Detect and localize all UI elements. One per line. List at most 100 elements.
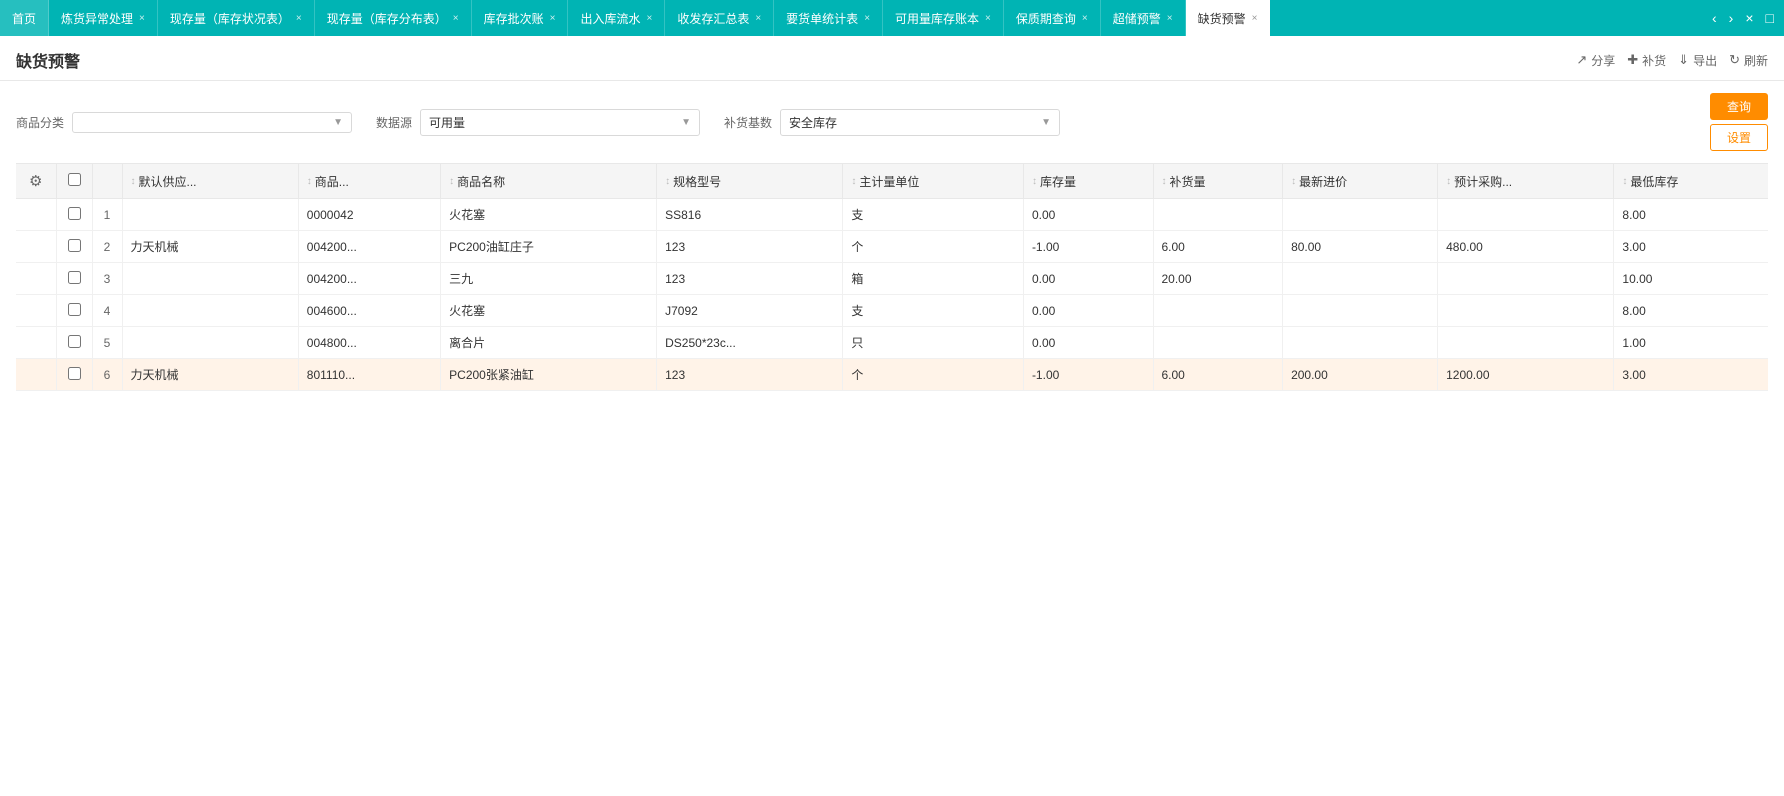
refresh-button[interactable]: ↻ 刷新 xyxy=(1729,52,1768,69)
sort-icon[interactable]: ↕ xyxy=(449,176,454,187)
table-row[interactable]: 3 004200... 三九 123 箱 0.00 20.00 10.00 xyxy=(16,263,1768,295)
tab-close-icon[interactable]: × xyxy=(646,13,652,24)
tab-collect-store[interactable]: 收发存汇总表 × xyxy=(665,0,774,36)
settings-gear-icon[interactable]: ⚙ xyxy=(29,173,42,190)
nav-close-icon[interactable]: × xyxy=(1739,10,1759,26)
nav-controls: ‹ › × □ xyxy=(1702,10,1784,26)
th-min-stock-label: 最低库存 xyxy=(1630,173,1678,190)
category-filter: 商品分类 ▼ xyxy=(16,112,352,133)
tab-batch-account[interactable]: 库存批次账 × xyxy=(472,0,569,36)
tab-close-icon[interactable]: × xyxy=(985,13,991,24)
select-all-checkbox[interactable] xyxy=(68,173,81,186)
sort-icon[interactable]: ↕ xyxy=(851,176,856,187)
sort-icon[interactable]: ↕ xyxy=(1622,176,1627,187)
row-checkbox[interactable] xyxy=(68,367,81,380)
replenish-base-select[interactable]: 安全库存 ▼ xyxy=(780,109,1060,136)
settings-button[interactable]: 设置 xyxy=(1710,124,1768,151)
th-supplier-label: 默认供应... xyxy=(139,173,197,190)
nav-prev-icon[interactable]: ‹ xyxy=(1706,10,1723,26)
share-button[interactable]: ↗ 分享 xyxy=(1576,52,1615,69)
tab-shelf-life[interactable]: 保质期查询 × xyxy=(1004,0,1101,36)
td-product-code: 004200... xyxy=(298,231,440,263)
td-num: 4 xyxy=(92,295,122,327)
td-num: 1 xyxy=(92,199,122,231)
sort-icon[interactable]: ↕ xyxy=(1162,176,1167,187)
replenish-button[interactable]: ✚ 补货 xyxy=(1627,52,1666,69)
tab-available-ledger[interactable]: 可用量库存账本 × xyxy=(883,0,1004,36)
filter-bar: 商品分类 ▼ 数据源 可用量 ▼ 补货基数 安全库存 ▼ 查询 设置 xyxy=(0,81,1784,163)
tab-close-icon[interactable]: × xyxy=(1252,13,1258,24)
td-unit: 箱 xyxy=(843,263,1024,295)
tab-close-icon[interactable]: × xyxy=(1082,13,1088,24)
table-body: 1 0000042 火花塞 SS816 支 0.00 8.00 2 力天机械 0… xyxy=(16,199,1768,391)
tab-close-icon[interactable]: × xyxy=(864,13,870,24)
th-latest-price-label: 最新进价 xyxy=(1299,173,1347,190)
sort-icon[interactable]: ↕ xyxy=(1032,176,1037,187)
row-checkbox[interactable] xyxy=(68,207,81,220)
query-button[interactable]: 查询 xyxy=(1710,93,1768,120)
tab-inout-flow[interactable]: 出入库流水 × xyxy=(568,0,665,36)
page-title: 缺货预警 xyxy=(16,48,80,72)
replenish-base-label: 补货基数 xyxy=(724,114,772,131)
tab-label: 炼货异常处理 xyxy=(61,10,133,27)
th-min-stock: ↕ 最低库存 xyxy=(1614,164,1768,199)
row-checkbox[interactable] xyxy=(68,239,81,252)
row-checkbox[interactable] xyxy=(68,335,81,348)
table-row[interactable]: 6 力天机械 801110... PC200张紧油缸 123 个 -1.00 6… xyxy=(16,359,1768,391)
td-product-name: PC200油缸庄子 xyxy=(441,231,657,263)
td-spec: 123 xyxy=(657,359,843,391)
tab-label: 要货单统计表 xyxy=(786,10,858,27)
tab-close-icon[interactable]: × xyxy=(139,13,145,24)
td-checkbox xyxy=(56,295,92,327)
td-latest-price xyxy=(1283,263,1438,295)
export-icon: ⇓ xyxy=(1678,52,1689,68)
td-checkbox xyxy=(56,199,92,231)
tab-close-icon[interactable]: × xyxy=(755,13,761,24)
table-row[interactable]: 1 0000042 火花塞 SS816 支 0.00 8.00 xyxy=(16,199,1768,231)
category-label: 商品分类 xyxy=(16,114,64,131)
tab-close-icon[interactable]: × xyxy=(550,13,556,24)
tab-overstock[interactable]: 超储预警 × xyxy=(1101,0,1186,36)
table-row[interactable]: 5 004800... 离合片 DS250*23c... 只 0.00 1.00 xyxy=(16,327,1768,359)
chevron-down-icon: ▼ xyxy=(1041,117,1051,128)
tab-close-icon[interactable]: × xyxy=(1167,13,1173,24)
nav-next-icon[interactable]: › xyxy=(1723,10,1740,26)
sort-icon[interactable]: ↕ xyxy=(131,176,136,187)
tab-close-icon[interactable]: × xyxy=(296,13,302,24)
tab-label: 现存量（库存分布表） xyxy=(327,10,447,27)
tab-home[interactable]: 首页 xyxy=(0,0,49,36)
th-stock-label: 库存量 xyxy=(1040,173,1076,190)
td-checkbox xyxy=(56,231,92,263)
datasource-select[interactable]: 可用量 ▼ xyxy=(420,109,700,136)
page-header: 缺货预警 ↗ 分享 ✚ 补货 ⇓ 导出 ↻ 刷新 xyxy=(0,36,1784,81)
tab-exception[interactable]: 炼货异常处理 × xyxy=(49,0,158,36)
tab-shortage[interactable]: 缺货预警 × xyxy=(1186,0,1271,36)
tab-close-icon[interactable]: × xyxy=(453,13,459,24)
table-row[interactable]: 4 004600... 火花塞 J7092 支 0.00 8.00 xyxy=(16,295,1768,327)
table-row[interactable]: 2 力天机械 004200... PC200油缸庄子 123 个 -1.00 6… xyxy=(16,231,1768,263)
sort-icon[interactable]: ↕ xyxy=(665,176,670,187)
row-checkbox[interactable] xyxy=(68,303,81,316)
tab-demand-stat[interactable]: 要货单统计表 × xyxy=(774,0,883,36)
category-select[interactable]: ▼ xyxy=(72,112,352,133)
td-min-stock: 3.00 xyxy=(1614,231,1768,263)
td-latest-price xyxy=(1283,327,1438,359)
td-stock: -1.00 xyxy=(1023,231,1153,263)
nav-maximize-icon[interactable]: □ xyxy=(1760,10,1780,26)
sort-icon[interactable]: ↕ xyxy=(1291,176,1296,187)
datasource-label: 数据源 xyxy=(376,114,412,131)
share-icon: ↗ xyxy=(1576,52,1587,68)
row-checkbox[interactable] xyxy=(68,271,81,284)
td-est-purchase: 1200.00 xyxy=(1438,359,1614,391)
td-product-name: 离合片 xyxy=(441,327,657,359)
td-min-stock: 3.00 xyxy=(1614,359,1768,391)
replenish-icon: ✚ xyxy=(1627,52,1638,68)
export-button[interactable]: ⇓ 导出 xyxy=(1678,52,1717,69)
td-est-purchase xyxy=(1438,295,1614,327)
tab-inventory-dist[interactable]: 现存量（库存分布表） × xyxy=(315,0,472,36)
sort-icon[interactable]: ↕ xyxy=(307,176,312,187)
th-spec-label: 规格型号 xyxy=(673,173,721,190)
sort-icon[interactable]: ↕ xyxy=(1446,176,1451,187)
td-unit: 个 xyxy=(843,359,1024,391)
tab-inventory-status[interactable]: 现存量（库存状况表） × xyxy=(158,0,315,36)
